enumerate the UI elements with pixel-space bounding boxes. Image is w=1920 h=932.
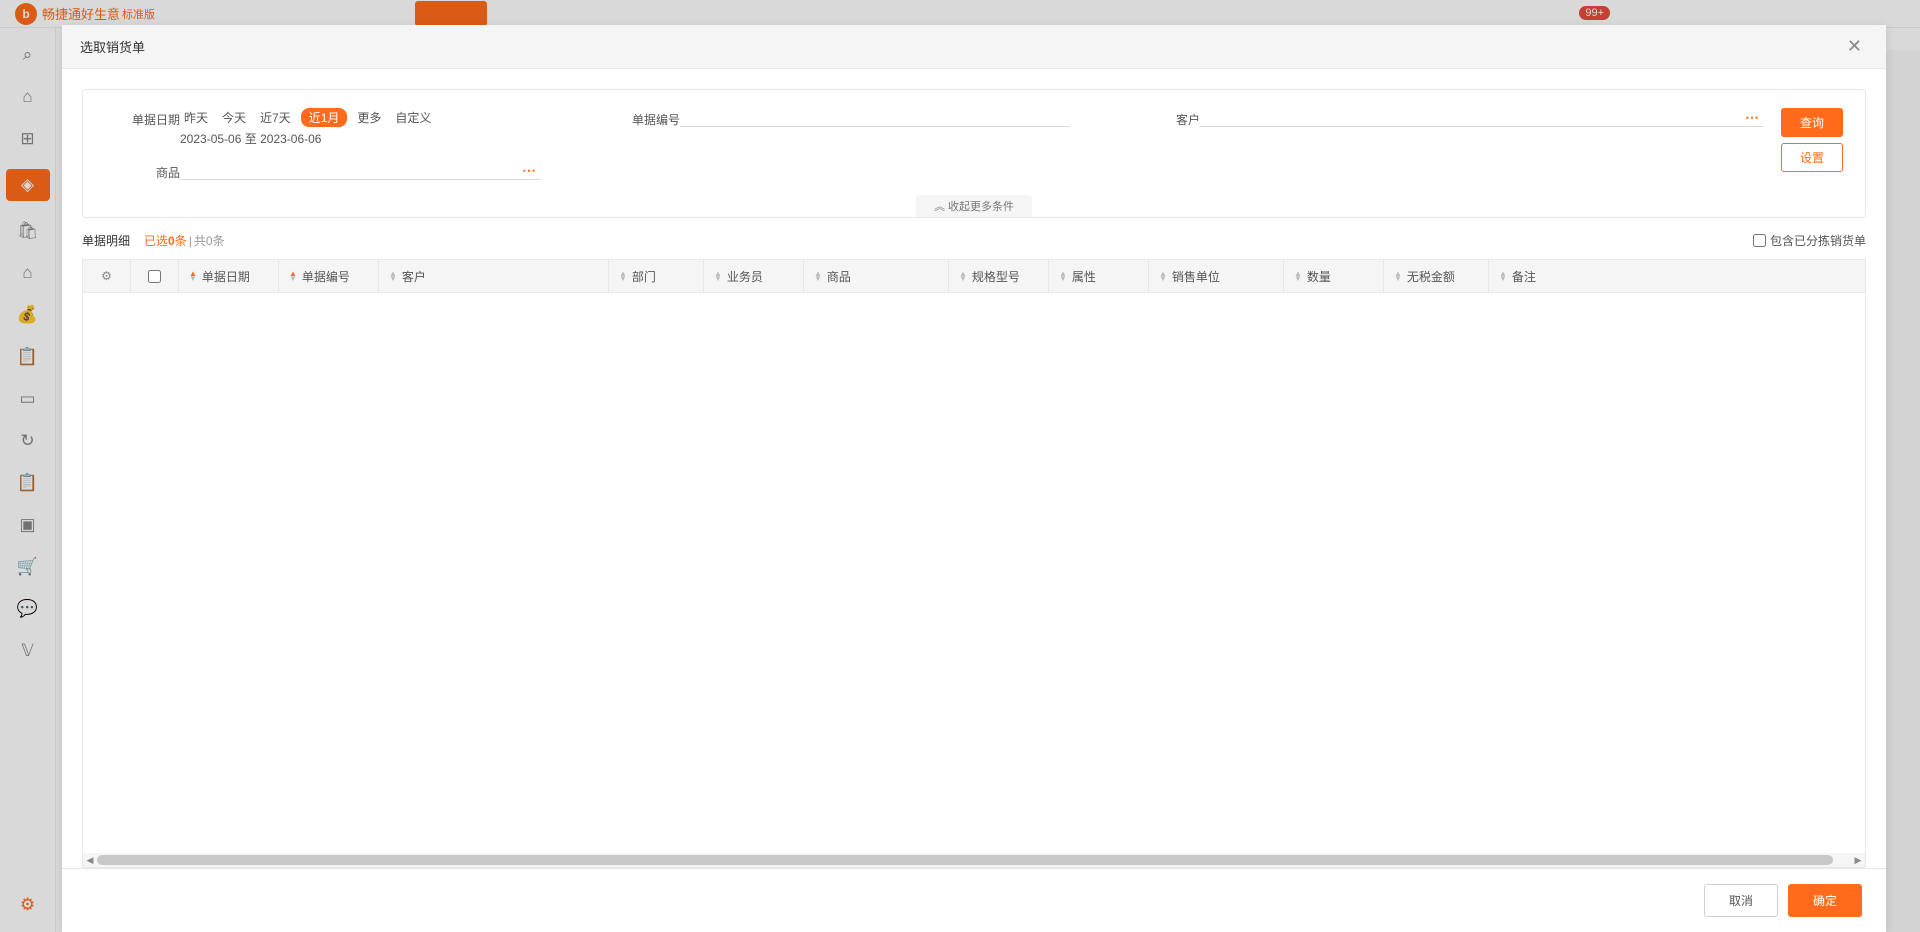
col-docno[interactable]: ▲▼单据编号 (279, 260, 379, 292)
col-unit[interactable]: ▲▼销售单位 (1149, 260, 1284, 292)
docno-input[interactable] (680, 108, 1070, 126)
include-sorted-checkbox[interactable]: 包含已分拣销货单 (1753, 232, 1866, 249)
tab-detail[interactable]: 单据明细 (82, 232, 130, 249)
table-header: ⚙ ▲▼单据日期 ▲▼单据编号 ▲▼客户 ▲▼部门 ▲▼业务员 ▲▼商品 ▲▼规… (82, 259, 1866, 293)
count-separator: | (189, 234, 192, 248)
customer-more-icon[interactable]: ⋯ (1741, 109, 1763, 126)
filter-box: 单据日期 昨天 今天 近7天 近1月 更多 自定义 2023-05-06 至 (82, 89, 1866, 218)
table-header-row: 单据明细 已选0条 | 共0条 包含已分拣销货单 (62, 218, 1886, 259)
product-more-icon[interactable]: ⋯ (518, 162, 540, 179)
scroll-right-icon[interactable]: ▶ (1851, 853, 1865, 867)
date-opt-today[interactable]: 今天 (218, 108, 250, 127)
col-date[interactable]: ▲▼单据日期 (179, 260, 279, 292)
chevron-up-icon: ︽ (934, 201, 948, 213)
date-opt-yesterday[interactable]: 昨天 (180, 108, 212, 127)
date-quick-options: 昨天 今天 近7天 近1月 更多 自定义 (180, 108, 435, 127)
modal-body: 单据日期 昨天 今天 近7天 近1月 更多 自定义 2023-05-06 至 (62, 69, 1886, 868)
col-spec[interactable]: ▲▼规格型号 (949, 260, 1049, 292)
table-body: ◀ ▶ (82, 293, 1866, 868)
include-sorted-input[interactable] (1753, 234, 1766, 247)
collapse-label: 收起更多条件 (948, 201, 1014, 213)
date-opt-1m[interactable]: 近1月 (301, 108, 348, 127)
modal-title: 选取销货单 (80, 37, 145, 56)
product-label: 商品 (105, 161, 180, 181)
col-customer[interactable]: ▲▼客户 (379, 260, 609, 292)
col-dept[interactable]: ▲▼部门 (609, 260, 704, 292)
date-to: 2023-06-06 (260, 132, 321, 146)
col-select-all[interactable] (131, 260, 179, 292)
scroll-left-icon[interactable]: ◀ (83, 853, 97, 867)
filter-actions: 查询 设置 (1781, 108, 1843, 172)
docno-label: 单据编号 (605, 108, 680, 128)
selected-count: 已选0条 (144, 232, 187, 249)
confirm-button[interactable]: 确定 (1788, 884, 1862, 917)
col-remark[interactable]: ▲▼备注 (1489, 260, 1865, 292)
date-label: 单据日期 (105, 108, 180, 128)
settings-button[interactable]: 设置 (1781, 143, 1843, 172)
customer-input[interactable] (1200, 108, 1741, 126)
collapse-button[interactable]: ︽ 收起更多条件 (916, 195, 1032, 217)
horizontal-scrollbar[interactable]: ◀ ▶ (83, 853, 1865, 867)
col-product[interactable]: ▲▼商品 (804, 260, 949, 292)
cancel-button[interactable]: 取消 (1704, 884, 1778, 917)
col-settings[interactable]: ⚙ (83, 260, 131, 292)
modal-dialog: 选取销货单 ✕ 单据日期 昨天 今天 近7天 近1月 更多 自定义 (62, 25, 1886, 932)
col-amt[interactable]: ▲▼无税金额 (1384, 260, 1489, 292)
modal-footer: 取消 确定 (62, 868, 1886, 932)
date-opt-7d[interactable]: 近7天 (256, 108, 295, 127)
scroll-thumb[interactable] (97, 855, 1833, 865)
product-input[interactable] (180, 161, 518, 179)
date-range: 2023-05-06 至 2023-06-06 (180, 130, 435, 147)
date-opt-more[interactable]: 更多 (353, 108, 385, 127)
query-button[interactable]: 查询 (1781, 108, 1843, 137)
customer-label: 客户 (1125, 108, 1200, 128)
date-opt-custom[interactable]: 自定义 (391, 108, 435, 127)
modal-header: 选取销货单 ✕ (62, 25, 1886, 69)
col-qty[interactable]: ▲▼数量 (1284, 260, 1384, 292)
col-sales[interactable]: ▲▼业务员 (704, 260, 804, 292)
include-sorted-label: 包含已分拣销货单 (1770, 232, 1866, 249)
date-sep: 至 (245, 132, 257, 146)
total-count: 共0条 (194, 232, 225, 249)
close-icon[interactable]: ✕ (1841, 34, 1868, 59)
date-from: 2023-05-06 (180, 132, 241, 146)
col-attr[interactable]: ▲▼属性 (1049, 260, 1149, 292)
